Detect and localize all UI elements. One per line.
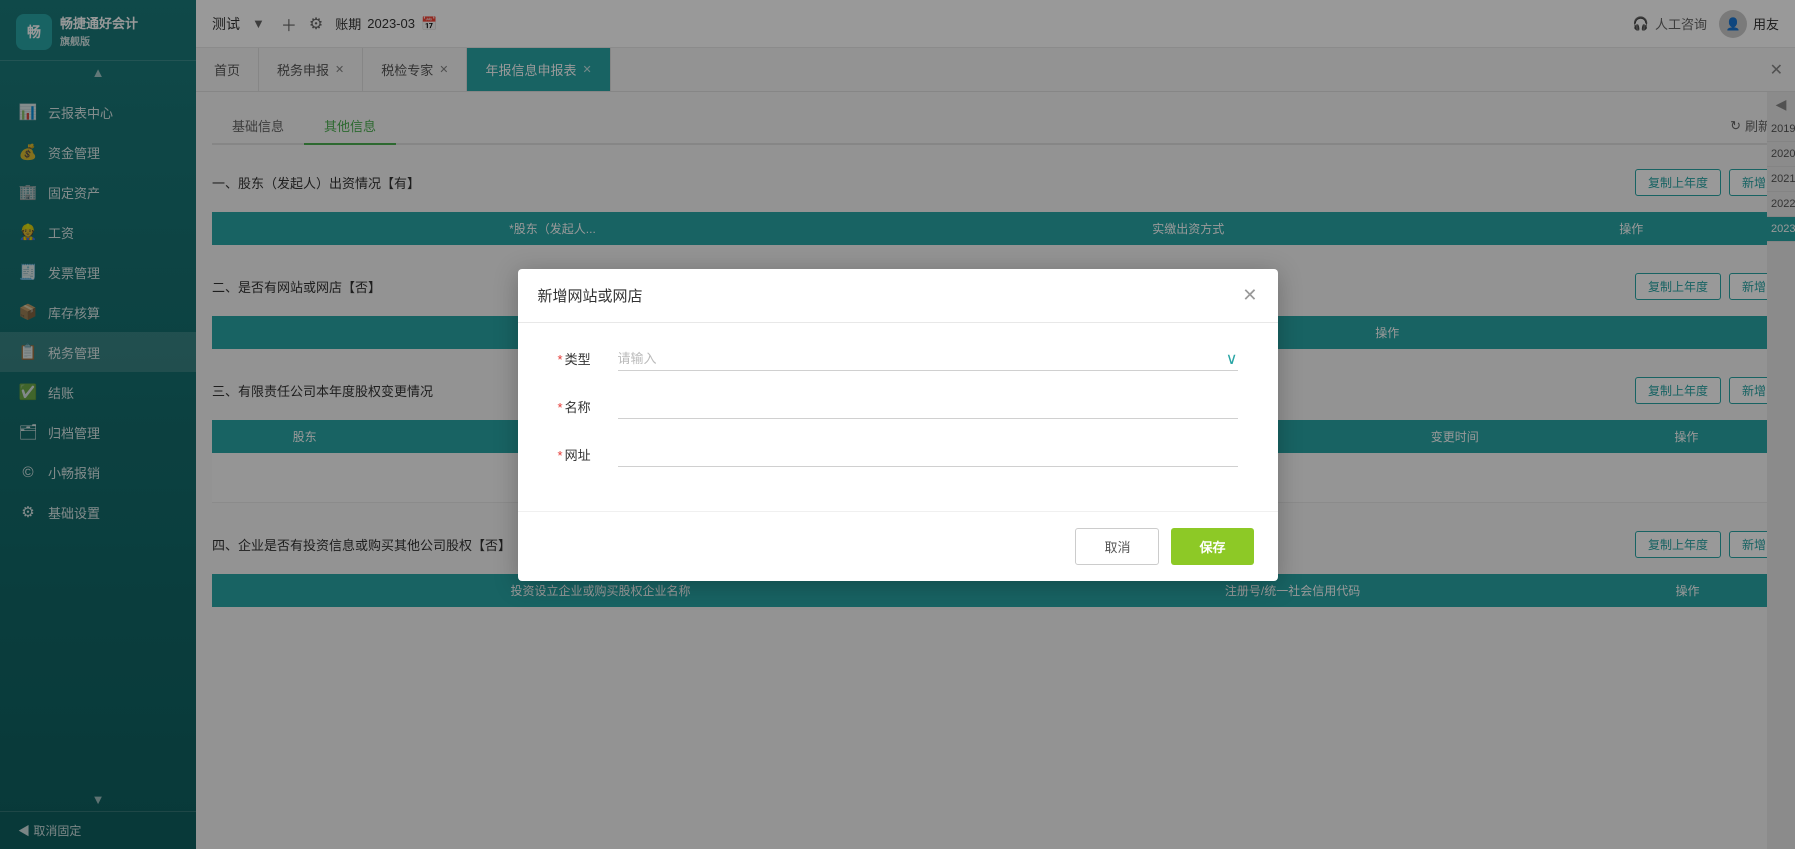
type-select-wrap: 请输入 ∨ bbox=[618, 347, 1238, 371]
name-input-wrap bbox=[618, 395, 1238, 419]
url-input-wrap bbox=[618, 443, 1238, 467]
form-row-name: *名称 bbox=[558, 395, 1238, 419]
form-row-type: *类型 请输入 ∨ bbox=[558, 347, 1238, 371]
dialog-close-button[interactable]: ✕ bbox=[1242, 286, 1257, 304]
dialog-footer: 取消 保存 bbox=[518, 511, 1278, 581]
cancel-button[interactable]: 取消 bbox=[1075, 528, 1159, 565]
save-button[interactable]: 保存 bbox=[1171, 528, 1253, 565]
dialog-body: *类型 请输入 ∨ *名称 *网址 bbox=[518, 323, 1278, 511]
form-row-url: *网址 bbox=[558, 443, 1238, 467]
url-input[interactable] bbox=[618, 443, 1238, 467]
type-select[interactable]: 请输入 bbox=[618, 347, 1238, 371]
name-label: *名称 bbox=[558, 397, 618, 416]
add-website-dialog: 新增网站或网店 ✕ *类型 请输入 ∨ *名称 bbox=[518, 269, 1278, 581]
type-label: *类型 bbox=[558, 349, 618, 368]
url-label: *网址 bbox=[558, 445, 618, 464]
dialog-header: 新增网站或网店 ✕ bbox=[518, 269, 1278, 323]
name-input[interactable] bbox=[618, 395, 1238, 419]
dialog-title: 新增网站或网店 bbox=[538, 285, 643, 306]
